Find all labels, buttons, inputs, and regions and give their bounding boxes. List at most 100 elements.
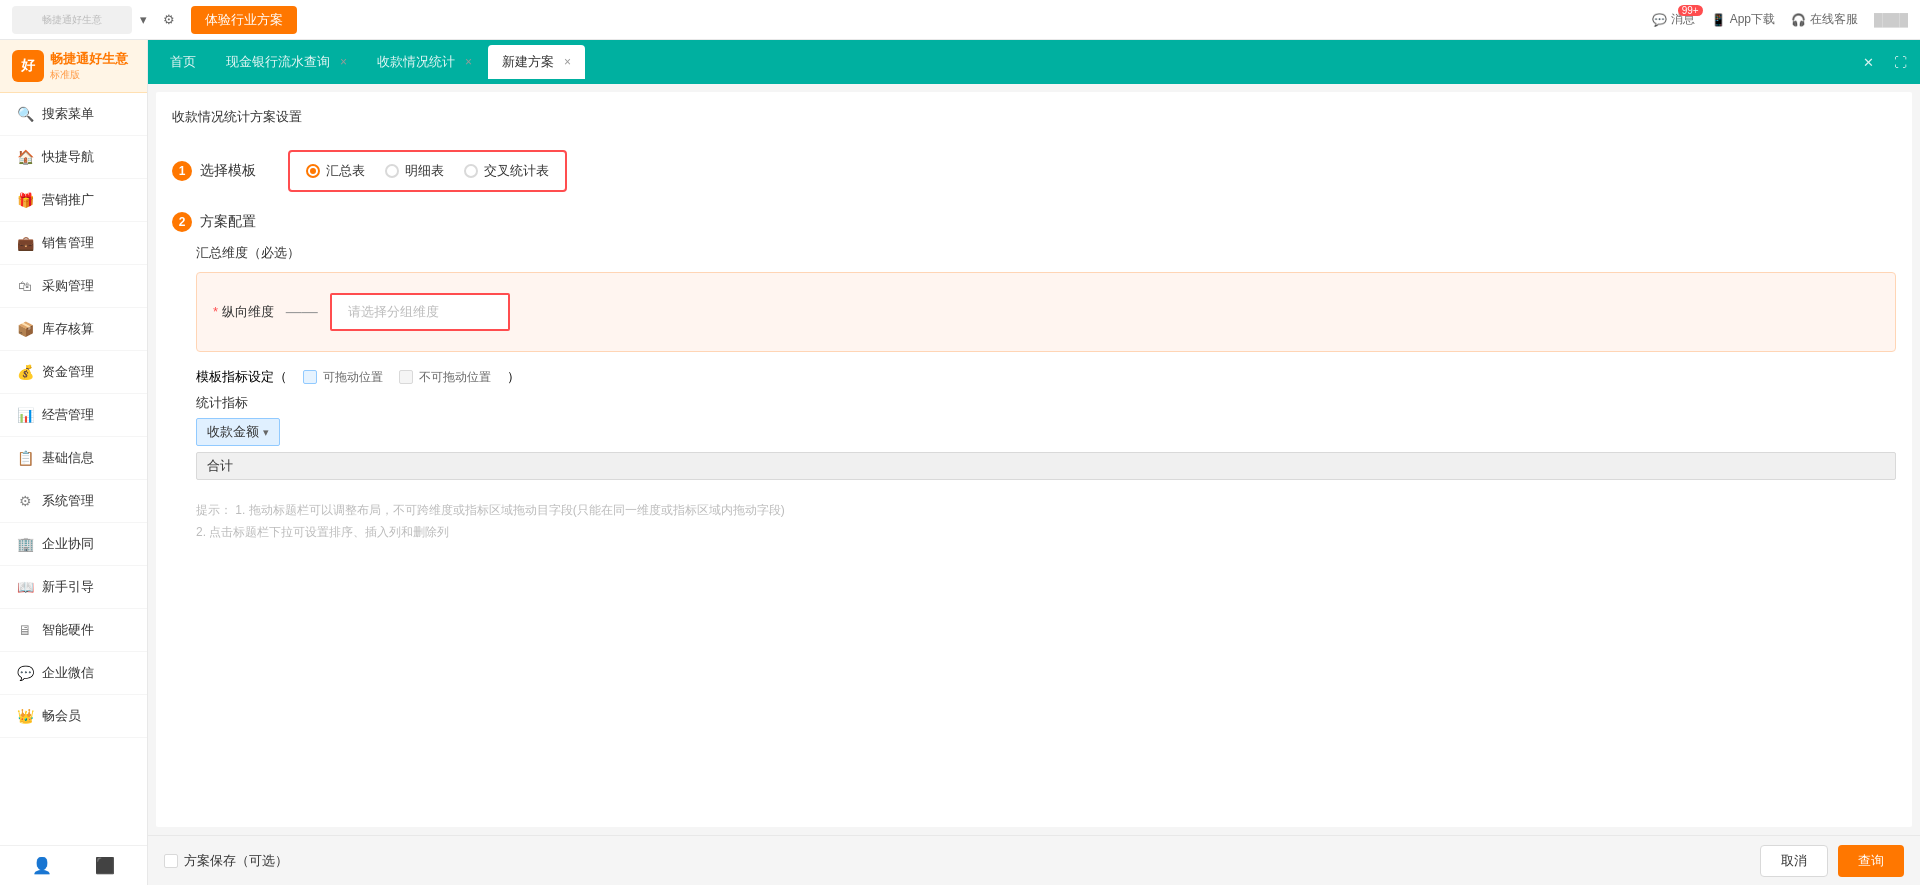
radio-summary-label: 汇总表 [326, 162, 365, 180]
radio-detail[interactable]: 明细表 [385, 162, 444, 180]
logo-icon: 好 [12, 50, 44, 82]
sidebar-item-marketing[interactable]: 🎁 营销推广 [0, 179, 147, 222]
sidebar-bottom-icon1[interactable]: 👤 [32, 856, 52, 875]
page-footer: 方案保存（可选） 取消 查询 [148, 835, 1920, 885]
tab-bank-flow[interactable]: 现金银行流水查询 × [212, 45, 361, 79]
tab-bank-flow-close[interactable]: × [340, 55, 347, 69]
sidebar-item-member[interactable]: 👑 畅会员 [0, 695, 147, 738]
header-dropdown[interactable]: ▾ [140, 12, 147, 27]
tab-new-scheme-close[interactable]: × [564, 55, 571, 69]
industry-button[interactable]: 体验行业方案 [191, 6, 297, 34]
user-item[interactable]: ████ [1874, 13, 1908, 27]
support-icon: 🎧 [1791, 13, 1806, 27]
sidebar-bottom-icon2[interactable]: ⬛ [95, 856, 115, 875]
gear-icon[interactable]: ⚙ [155, 6, 183, 34]
cancel-button[interactable]: 取消 [1760, 845, 1828, 877]
sidebar-logo: 好 畅捷通好生意 标准版 [0, 40, 147, 93]
step1-title: 选择模板 [200, 162, 256, 180]
required-star: * [213, 304, 218, 319]
sidebar-item-hardware[interactable]: 🖥 智能硬件 [0, 609, 147, 652]
online-support-item[interactable]: 🎧 在线客服 [1791, 11, 1858, 28]
page-inner: 收款情况统计方案设置 1 选择模板 汇总表 [156, 92, 1912, 827]
sidebar-item-sales[interactable]: 💼 销售管理 [0, 222, 147, 265]
page-title: 收款情况统计方案设置 [172, 108, 1896, 134]
sidebar-item-purchase[interactable]: 🛍 采购管理 [0, 265, 147, 308]
purchase-icon: 🛍 [16, 277, 34, 295]
sidebar-item-inventory[interactable]: 📦 库存核算 [0, 308, 147, 351]
radio-cross-label: 交叉统计表 [484, 162, 549, 180]
sidebar-item-guide[interactable]: 📖 新手引导 [0, 566, 147, 609]
sidebar-label-quick-nav: 快捷导航 [42, 148, 94, 166]
top-header: 畅捷通好生意 ▾ ⚙ 体验行业方案 💬 消息 99+ 📱 App下载 🎧 在线客… [0, 0, 1920, 40]
step2-header: 2 方案配置 [172, 212, 1896, 232]
metric-tag-receipt-label: 收款金额 [207, 423, 259, 441]
step1-num: 1 [172, 161, 192, 181]
tab-receipt-stats-label: 收款情况统计 [377, 53, 455, 71]
query-button[interactable]: 查询 [1838, 845, 1904, 877]
sidebar-item-wechat[interactable]: 💬 企业微信 [0, 652, 147, 695]
hardware-icon: 🖥 [16, 621, 34, 639]
tab-expand-action[interactable]: ⛶ [1888, 50, 1912, 74]
sub-metric-area: 合计 [196, 452, 1896, 480]
basic-info-icon: 📋 [16, 449, 34, 467]
radio-cross[interactable]: 交叉统计表 [464, 162, 549, 180]
legend-draggable: 可拖动位置 [303, 369, 383, 386]
fixed-legend-label: 不可拖动位置 [419, 369, 491, 386]
tab-home[interactable]: 首页 [156, 45, 210, 79]
tab-new-scheme[interactable]: 新建方案 × [488, 45, 585, 79]
sidebar-label-inventory: 库存核算 [42, 320, 94, 338]
metric-tag-receipt[interactable]: 收款金额 ▾ [196, 418, 280, 446]
sub-label-dim: 汇总维度（必选） [196, 244, 1896, 262]
radio-summary[interactable]: 汇总表 [306, 162, 365, 180]
radio-detail-circle [385, 164, 399, 178]
header-right: 💬 消息 99+ 📱 App下载 🎧 在线客服 ████ [1652, 11, 1908, 28]
sidebar-label-search-menu: 搜索菜单 [42, 105, 94, 123]
sales-icon: 💼 [16, 234, 34, 252]
app-download-item[interactable]: 📱 App下载 [1711, 11, 1775, 28]
tab-bank-flow-label: 现金银行流水查询 [226, 53, 330, 71]
footer-actions: 取消 查询 [1760, 845, 1904, 877]
sidebar-item-system[interactable]: ⚙ 系统管理 [0, 480, 147, 523]
sidebar-label-guide: 新手引导 [42, 578, 94, 596]
chevron-down-icon: ▾ [140, 12, 147, 27]
sidebar-label-hardware: 智能硬件 [42, 621, 94, 639]
draggable-legend-box [303, 370, 317, 384]
header-logo: 畅捷通好生意 [12, 6, 132, 34]
logo-placeholder: 畅捷通好生意 [42, 13, 102, 27]
metric-tag-area: 收款金额 ▾ [196, 418, 1896, 446]
online-support-label: 在线客服 [1810, 11, 1858, 28]
sidebar-item-basic-info[interactable]: 📋 基础信息 [0, 437, 147, 480]
sidebar-item-enterprise[interactable]: 🏢 企业协同 [0, 523, 147, 566]
metric-settings-end: ） [507, 368, 520, 386]
notification-item[interactable]: 💬 消息 99+ [1652, 11, 1695, 28]
metric-legend: 模板指标设定（ 可拖动位置 不可拖动位置 ） [196, 368, 1896, 386]
sidebar-label-enterprise: 企业协同 [42, 535, 94, 553]
download-icon: 📱 [1711, 13, 1726, 27]
sidebar-bottom: 👤 ⬛ [0, 845, 147, 885]
fixed-legend-box [399, 370, 413, 384]
tips-line2: 2. 点击标题栏下拉可设置排序、插入列和删除列 [196, 522, 1896, 544]
metric-settings-label: 模板指标设定（ [196, 368, 287, 386]
tab-receipt-stats[interactable]: 收款情况统计 × [363, 45, 486, 79]
radio-summary-circle [306, 164, 320, 178]
sidebar-item-quick-nav[interactable]: 🏠 快捷导航 [0, 136, 147, 179]
sidebar-label-purchase: 采购管理 [42, 277, 94, 295]
radio-detail-label: 明细表 [405, 162, 444, 180]
sidebar-item-finance[interactable]: 💰 资金管理 [0, 351, 147, 394]
tab-receipt-stats-close[interactable]: × [465, 55, 472, 69]
sidebar-item-operations[interactable]: 📊 经营管理 [0, 394, 147, 437]
tab-close-action[interactable]: ✕ [1856, 50, 1880, 74]
tab-new-scheme-label: 新建方案 [502, 53, 554, 71]
step1-header: 1 选择模板 汇总表 明细表 [172, 150, 1896, 192]
operations-icon: 📊 [16, 406, 34, 424]
content-area: 首页 现金银行流水查询 × 收款情况统计 × 新建方案 × ✕ ⛶ 收款情况统计… [148, 40, 1920, 885]
sidebar-item-search-menu[interactable]: 🔍 搜索菜单 [0, 93, 147, 136]
save-checkbox[interactable] [164, 854, 178, 868]
sidebar-label-finance: 资金管理 [42, 363, 94, 381]
sub-metric-total-label: 合计 [207, 458, 233, 473]
save-option-label: 方案保存（可选） [184, 852, 288, 870]
sidebar-label-marketing: 营销推广 [42, 191, 94, 209]
message-icon: 💬 [1652, 13, 1667, 27]
metric-settings: 模板指标设定（ 可拖动位置 不可拖动位置 ） [196, 368, 1896, 480]
dim-input-box[interactable]: 请选择分组维度 [330, 293, 510, 331]
